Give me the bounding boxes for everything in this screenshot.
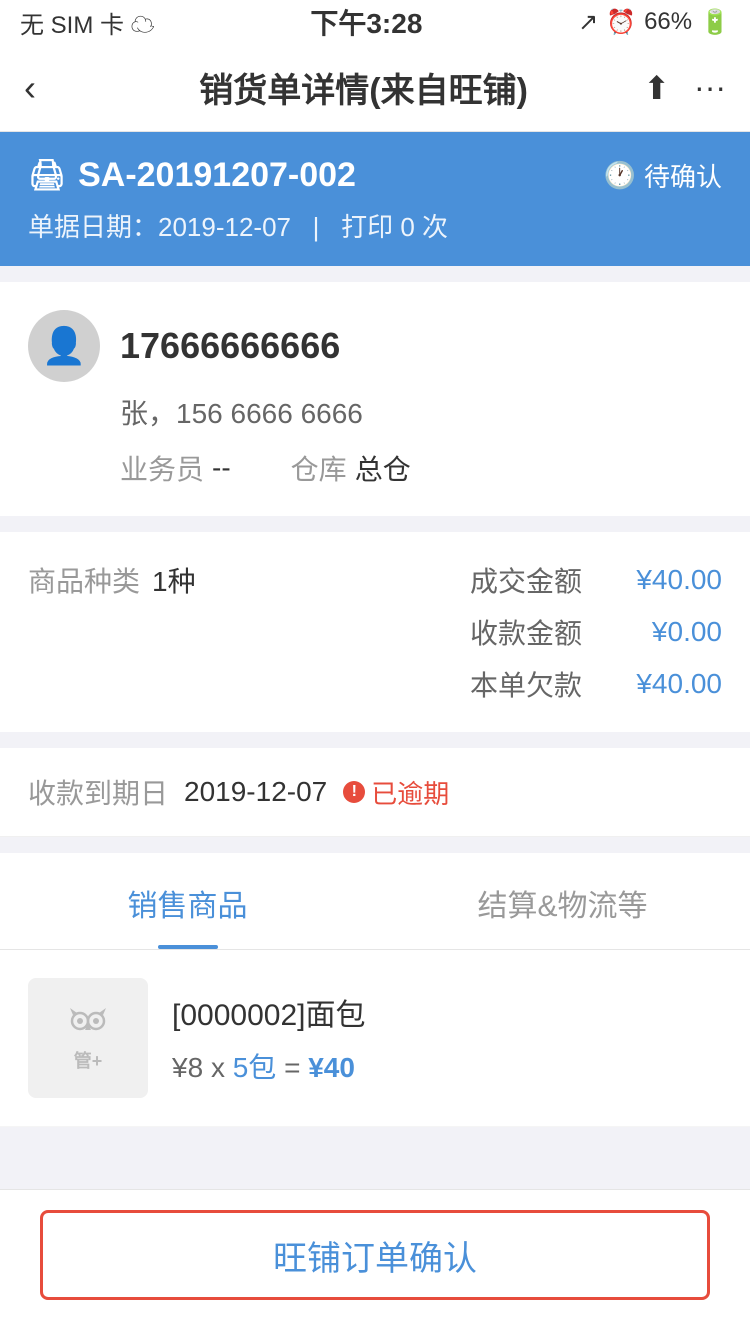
- customer-info-row: 业务员 -- 仓库 总仓: [28, 448, 722, 488]
- status-clock-icon: 🕐: [604, 160, 636, 191]
- status-bar: 无 SIM 卡 ☁ 下午3:28 ↗ ⏰ 66% 🔋: [0, 0, 750, 44]
- equals-sign: =: [284, 1052, 300, 1083]
- product-info: [0000002]面包 ¥8 x 5包 = ¥40: [172, 990, 722, 1086]
- amount-row: 成交金额 ¥40.00: [470, 560, 722, 600]
- amount-value: ¥40.00: [602, 564, 722, 596]
- location-icon: ↗: [578, 8, 598, 37]
- order-id: 🖨 SA-20191207-002: [28, 156, 356, 195]
- logo-text: 管+: [74, 1047, 103, 1073]
- product-item: 管+ [0000002]面包 ¥8 x 5包 = ¥40: [0, 950, 750, 1127]
- product-thumbnail: 管+: [28, 978, 148, 1098]
- overdue-badge: ! 已逾期: [343, 774, 449, 811]
- tabs-section: 销售商品 结算&物流等: [0, 853, 750, 950]
- status-left: 无 SIM 卡 ☁: [20, 5, 155, 40]
- back-button[interactable]: ‹: [24, 67, 84, 109]
- bottom-btn-area: 旺铺订单确认: [0, 1189, 750, 1334]
- order-date: 单据日期：2019-12-07: [28, 212, 291, 242]
- owl-logo-icon: [63, 1003, 113, 1043]
- battery-icon: 🔋: [700, 8, 730, 37]
- customer-section: 👤 17666666666 张，156 6666 6666 业务员 -- 仓库 …: [0, 282, 750, 516]
- overdue-text: 已逾期: [371, 774, 449, 811]
- tab-settlement-label: 结算&物流等: [477, 890, 647, 923]
- nav-bar: ‹ 销货单详情(来自旺铺) ⬆ ···: [0, 44, 750, 132]
- nav-right-actions: ⬆ ···: [643, 69, 726, 107]
- confirm-order-button[interactable]: 旺铺订单确认: [40, 1210, 710, 1300]
- avatar: 👤: [28, 310, 100, 382]
- order-status-badge: 🕐 待确认: [604, 157, 722, 194]
- avatar-icon: 👤: [42, 325, 87, 367]
- battery-label: 66%: [644, 8, 692, 36]
- tabs-row: 销售商品 结算&物流等: [0, 853, 750, 950]
- share-icon[interactable]: ⬆: [643, 69, 670, 107]
- order-id-text: SA-20191207-002: [78, 156, 356, 195]
- tab-settlement-logistics[interactable]: 结算&物流等: [375, 853, 750, 949]
- confirm-btn-label: 旺铺订单确认: [273, 1231, 477, 1280]
- staff-value: --: [212, 452, 231, 484]
- tab-sales-products-label: 销售商品: [128, 890, 248, 923]
- customer-phone: 17666666666: [120, 325, 340, 367]
- order-meta: 单据日期：2019-12-07 | 打印 0 次: [28, 207, 722, 244]
- product-name: [0000002]面包: [172, 990, 722, 1034]
- more-icon[interactable]: ···: [694, 69, 726, 106]
- multiply-sign: x: [211, 1052, 225, 1083]
- staff-label: 业务员: [120, 448, 204, 488]
- order-print-count: 打印 0 次: [341, 212, 448, 242]
- customer-name-phone: 张，156 6666 6666: [28, 392, 722, 432]
- status-right: ↗ ⏰ 66% 🔋: [578, 8, 730, 37]
- debt-label: 本单欠款: [470, 664, 582, 704]
- product-qty: 5包: [233, 1052, 277, 1083]
- debt-value: ¥40.00: [602, 668, 722, 700]
- page-title: 销货单详情(来自旺铺): [84, 63, 643, 112]
- warehouse-value: 总仓: [355, 448, 411, 488]
- print-icon: 🖨: [28, 158, 66, 193]
- product-section: 管+ [0000002]面包 ¥8 x 5包 = ¥40: [0, 950, 750, 1127]
- product-thumb-inner: 管+: [63, 1003, 113, 1073]
- debt-row: 本单欠款 ¥40.00: [470, 664, 722, 704]
- unit-price: ¥8: [172, 1052, 203, 1083]
- order-header-card: 🖨 SA-20191207-002 🕐 待确认 单据日期：2019-12-07 …: [0, 132, 750, 266]
- alarm-icon: ⏰: [606, 8, 636, 37]
- received-label: 收款金额: [470, 612, 582, 652]
- status-text: 待确认: [644, 157, 722, 194]
- received-value: ¥0.00: [602, 616, 722, 648]
- amount-label: 成交金额: [470, 560, 582, 600]
- product-total: ¥40: [308, 1052, 355, 1083]
- status-time: 下午3:28: [310, 2, 422, 42]
- amount-summary: 成交金额 ¥40.00 收款金额 ¥0.00 本单欠款 ¥40.00: [470, 560, 722, 704]
- product-price: ¥8 x 5包 = ¥40: [172, 1046, 722, 1086]
- product-type-label: 商品种类: [28, 560, 140, 600]
- summary-section: 商品种类 1种 成交金额 ¥40.00 收款金额 ¥0.00 本单欠款 ¥40.…: [0, 532, 750, 732]
- due-date-label: 收款到期日: [28, 772, 168, 812]
- sim-label: 无 SIM 卡 ☁: [20, 5, 155, 40]
- tab-sales-products[interactable]: 销售商品: [0, 853, 375, 949]
- due-date-value: 2019-12-07: [184, 776, 327, 808]
- due-date-section: 收款到期日 2019-12-07 ! 已逾期: [0, 748, 750, 837]
- warehouse-label: 仓库: [291, 448, 347, 488]
- received-row: 收款金额 ¥0.00: [470, 612, 722, 652]
- product-type-value: 1种: [152, 560, 196, 600]
- product-type-info: 商品种类 1种: [28, 560, 196, 600]
- overdue-icon: !: [343, 781, 365, 803]
